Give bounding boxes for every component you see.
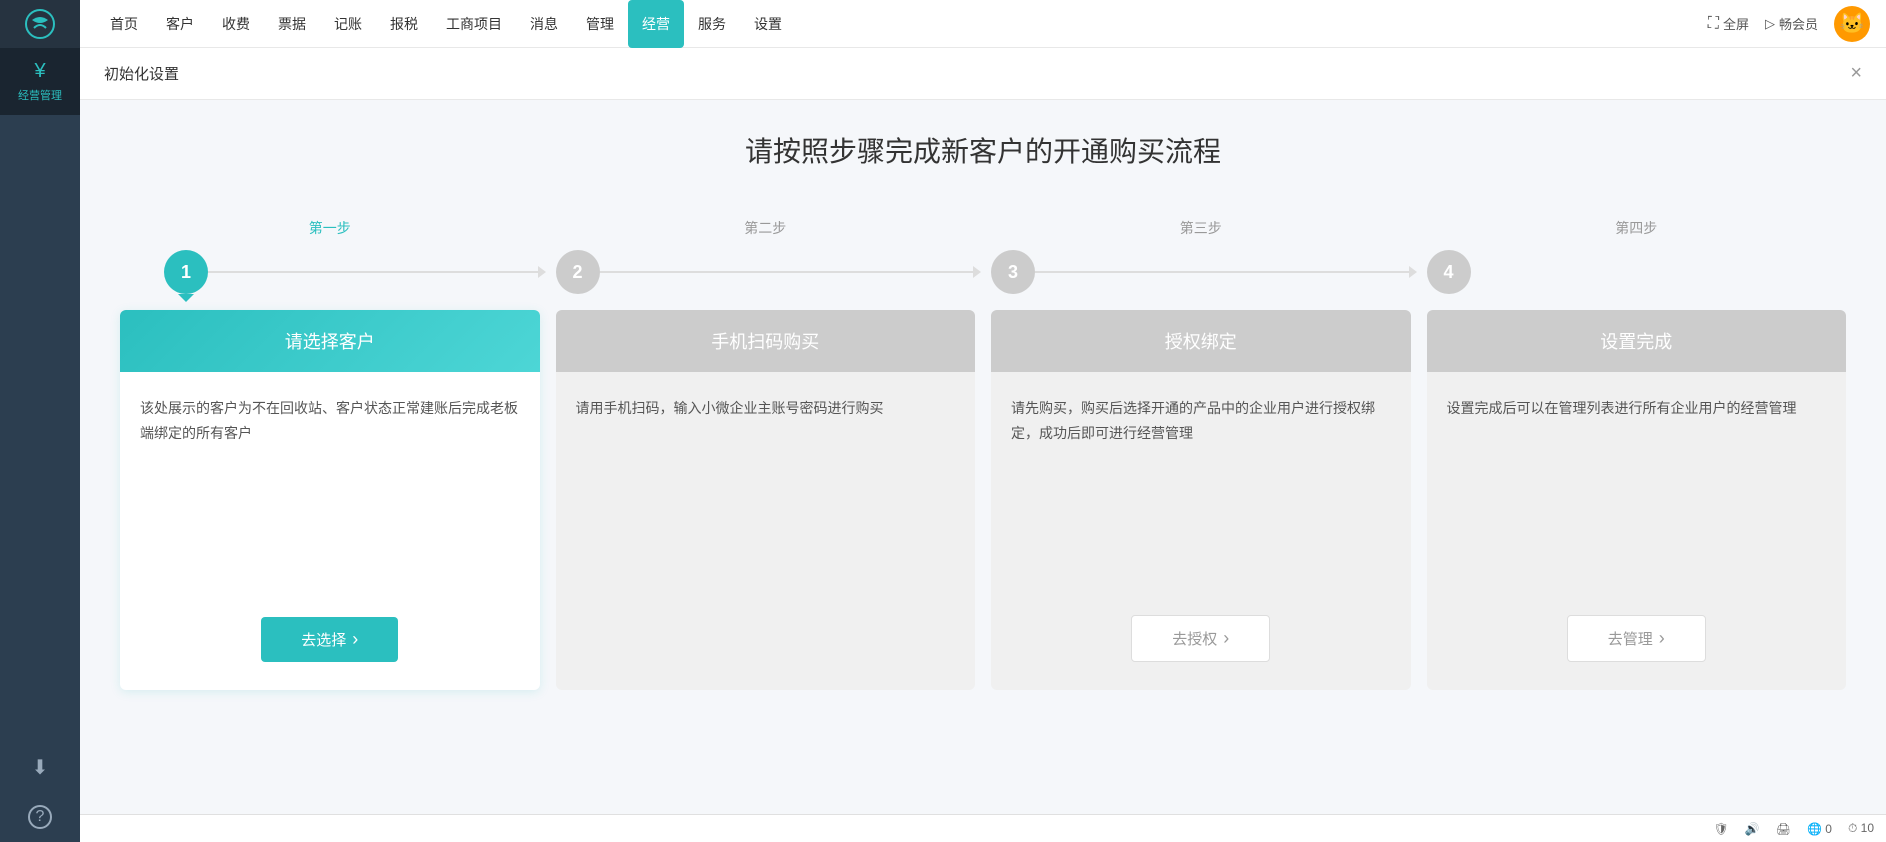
step-4-label: 第四步 <box>1615 218 1657 238</box>
nav-bill[interactable]: 票据 <box>264 0 320 48</box>
nav-industry[interactable]: 工商项目 <box>432 0 516 48</box>
step-4-btn-label: 去管理 <box>1608 628 1653 649</box>
step-2-label: 第二步 <box>744 218 786 238</box>
content-area: 请按照步骤完成新客户的开通购买流程 第一步 1 请选择客户 该处展示的客户为不 <box>80 100 1886 720</box>
step-3-card-body: 请先购买，购买后选择开通的产品中的企业用户进行授权绑定，成功后即可进行经营管理 <box>991 372 1411 599</box>
top-nav: 首页 客户 收费 票据 记账 报税 工商项目 消息 管理 经营 服务 设置 ⛶ … <box>80 0 1886 48</box>
step-3-btn-label: 去授权 <box>1172 628 1217 649</box>
step-1-card-footer: 去选择 › <box>120 601 540 690</box>
download-icon: ⬇ <box>32 755 49 780</box>
nav-tax[interactable]: 报税 <box>376 0 432 48</box>
fullscreen-btn[interactable]: ⛶ 全屏 <box>1708 14 1749 33</box>
step-2-wrapper: 第二步 2 手机扫码购买 请用手机扫码，输入小微企业主账号密码进行购买 <box>556 218 976 690</box>
yuan-icon: ¥ <box>34 60 45 83</box>
vip-label: 畅会员 <box>1779 14 1818 33</box>
step-3-line <box>1035 271 1411 273</box>
step-4-card-body: 设置完成后可以在管理列表进行所有企业用户的经营管理 <box>1427 372 1847 599</box>
user-avatar[interactable]: 🐱 <box>1834 6 1870 42</box>
fullscreen-icon: ⛶ <box>1708 15 1719 33</box>
nav-settings[interactable]: 设置 <box>740 0 796 48</box>
step-1-line <box>208 271 540 273</box>
step-3-btn-arrow: › <box>1223 628 1229 649</box>
step-1-wrapper: 第一步 1 请选择客户 该处展示的客户为不在回收站、客户状态正常建账后完成老板端… <box>120 218 540 690</box>
vip-btn[interactable]: ▷ 畅会员 <box>1765 14 1818 33</box>
status-bar-right: 🛡 🔊 🖨 🌐 0 ⏱ 10 <box>1714 821 1874 836</box>
step-2-card-body: 请用手机扫码，输入小微企业主账号密码进行购买 <box>556 372 976 646</box>
step-3-btn[interactable]: 去授权 › <box>1131 615 1270 662</box>
sidebar-support-btn[interactable]: ? <box>0 792 80 842</box>
shield-icon: 🛡 <box>1714 822 1729 836</box>
step-3-card-footer: 去授权 › <box>991 599 1411 690</box>
status-bar: ▷ 完成 🛡 🔊 🖨 🌐 0 ⏱ 10 <box>0 814 1886 842</box>
sidebar: ¥ 经营管理 ⬇ ? <box>0 0 80 842</box>
print-icon: 🖨 <box>1776 822 1791 836</box>
nav-message[interactable]: 消息 <box>516 0 572 48</box>
step-3-card-header: 授权绑定 <box>991 310 1411 372</box>
sidebar-item-jingying[interactable]: ¥ 经营管理 <box>0 48 80 115</box>
nav-customer[interactable]: 客户 <box>152 0 208 48</box>
step-3-label: 第三步 <box>1180 218 1222 238</box>
nav-home[interactable]: 首页 <box>96 0 152 48</box>
network-status: 🌐 0 <box>1807 822 1832 836</box>
step-1-circle: 1 <box>164 250 208 294</box>
step-3-card: 授权绑定 请先购买，购买后选择开通的产品中的企业用户进行授权绑定，成功后即可进行… <box>991 310 1411 690</box>
step-1-card-header: 请选择客户 <box>120 310 540 372</box>
step-2-line <box>600 271 976 273</box>
sidebar-bottom: ⬇ ? <box>0 742 80 842</box>
step-4-wrapper: 第四步 4 设置完成 设置完成后可以在管理列表进行所有企业用户的经营管理 去管理… <box>1427 218 1847 690</box>
sidebar-item-label: 经营管理 <box>18 87 62 103</box>
nav-account[interactable]: 记账 <box>320 0 376 48</box>
volume-icon: 🔊 <box>1745 822 1760 836</box>
step-1-btn[interactable]: 去选择 › <box>261 617 398 662</box>
main-content: 初始化设置 × 请按照步骤完成新客户的开通购买流程 第一步 1 <box>80 48 1886 814</box>
nav-jingying[interactable]: 经营 <box>628 0 684 48</box>
step-1-card: 请选择客户 该处展示的客户为不在回收站、客户状态正常建账后完成老板端绑定的所有客… <box>120 310 540 690</box>
step-4-circle: 4 <box>1427 250 1471 294</box>
nav-fee[interactable]: 收费 <box>208 0 264 48</box>
step-2-circle: 2 <box>556 250 600 294</box>
step-3-wrapper: 第三步 3 授权绑定 请先购买，购买后选择开通的产品中的企业用户进行授权绑定，成… <box>991 218 1411 690</box>
sidebar-logo <box>0 0 80 48</box>
time-status: ⏱ 10 <box>1848 821 1874 836</box>
step-4-btn-arrow: › <box>1659 628 1665 649</box>
step-2-card: 手机扫码购买 请用手机扫码，输入小微企业主账号密码进行购买 <box>556 310 976 690</box>
nav-manage[interactable]: 管理 <box>572 0 628 48</box>
step-3-circle: 3 <box>991 250 1035 294</box>
support-icon: ? <box>28 805 52 829</box>
page-header: 初始化设置 × <box>80 48 1886 100</box>
step-4-card-footer: 去管理 › <box>1427 599 1847 690</box>
close-button[interactable]: × <box>1850 62 1862 85</box>
step-4-card: 设置完成 设置完成后可以在管理列表进行所有企业用户的经营管理 去管理 › <box>1427 310 1847 690</box>
step-4-card-header: 设置完成 <box>1427 310 1847 372</box>
main-title: 请按照步骤完成新客户的开通购买流程 <box>120 130 1846 170</box>
fullscreen-label: 全屏 <box>1723 14 1749 33</box>
sidebar-download-btn[interactable]: ⬇ <box>0 742 80 792</box>
step-1-btn-arrow: › <box>352 629 358 650</box>
page-title: 初始化设置 <box>104 63 179 84</box>
step-2-card-footer <box>556 646 976 690</box>
step-2-card-header: 手机扫码购买 <box>556 310 976 372</box>
step-1-card-body: 该处展示的客户为不在回收站、客户状态正常建账后完成老板端绑定的所有客户 <box>120 372 540 601</box>
step-1-btn-label: 去选择 <box>301 629 346 650</box>
play-icon: ▷ <box>1765 16 1775 32</box>
nav-service[interactable]: 服务 <box>684 0 740 48</box>
step-4-btn[interactable]: 去管理 › <box>1567 615 1706 662</box>
step-1-label: 第一步 <box>309 218 351 238</box>
nav-right-area: ⛶ 全屏 ▷ 畅会员 🐱 <box>1708 6 1870 42</box>
